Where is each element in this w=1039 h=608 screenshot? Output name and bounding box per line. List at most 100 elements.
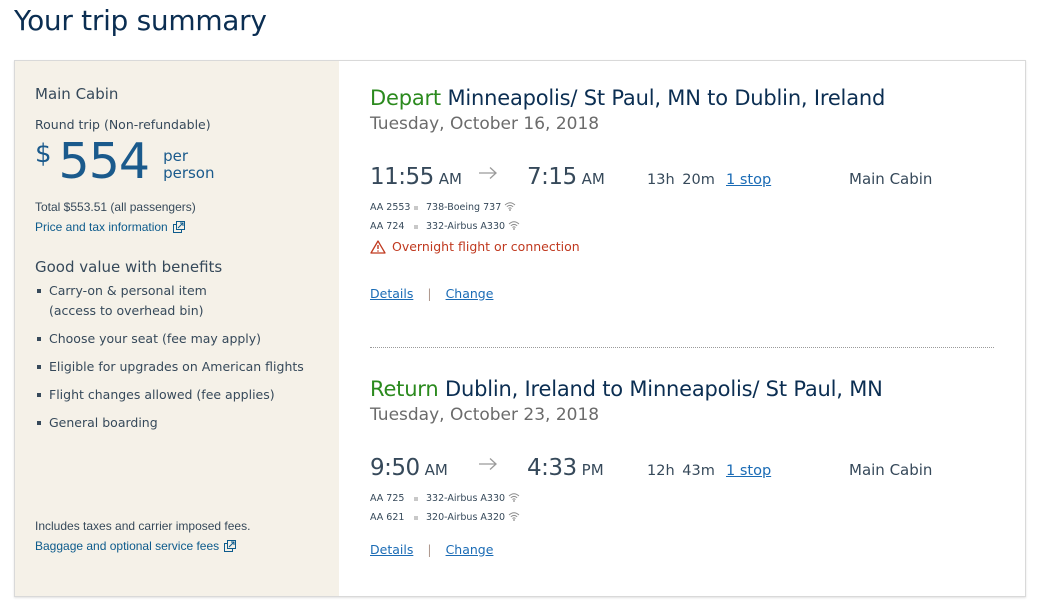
depart-time-value: 11:55 — [370, 164, 434, 190]
stops-link[interactable]: 1 stop — [726, 172, 771, 188]
separator-dot — [414, 224, 418, 229]
segment-list: AA 725 332-Airbus A330 AA 621 320-Airbus… — [370, 489, 994, 527]
benefit-text: Flight changes allowed (fee applies) — [49, 387, 275, 402]
depart-time: 11:55 AM — [370, 164, 462, 190]
bullet-icon — [37, 365, 41, 369]
wifi-icon — [508, 220, 520, 230]
stops-link[interactable]: 1 stop — [726, 463, 771, 479]
benefit-text: Carry-on & personal item — [49, 283, 207, 298]
segment-row: AA 725 332-Airbus A330 — [370, 489, 994, 508]
details-link[interactable]: Details — [370, 286, 413, 301]
flight-times: 11:55 AM 7:15 AM 13h 20m 1 stop Main Cabin — [370, 160, 994, 190]
action-separator: | — [427, 542, 432, 557]
benefit-text: Choose your seat (fee may apply) — [49, 331, 262, 346]
slice-route: Minneapolis/ St Paul, MN to Dublin, Irel… — [447, 86, 886, 110]
slice-date: Tuesday, October 16, 2018 — [370, 114, 600, 134]
depart-time: 9:50 AM — [370, 455, 448, 481]
flight-number: AA 724 — [370, 221, 405, 232]
price-unit-line1: per — [163, 147, 188, 165]
aircraft-type: 738-Boeing 737 — [426, 202, 502, 213]
flight-number: AA 725 — [370, 493, 405, 504]
segment-row: AA 2553 738-Boeing 737 — [370, 198, 994, 217]
flight-slices: Depart Minneapolis/ St Paul, MN to Dubli… — [339, 61, 1025, 596]
aircraft-type: 320-Airbus A320 — [426, 512, 506, 523]
benefit-item: Carry-on & personal item (access to over… — [35, 281, 319, 321]
benefit-item: Flight changes allowed (fee applies) — [35, 385, 319, 405]
details-link[interactable]: Details — [370, 542, 413, 557]
overnight-warning: Overnight flight or connection — [370, 239, 994, 254]
arrow-right-icon — [479, 458, 497, 470]
trip-summary-card: Main Cabin Round trip (Non-refundable) $… — [14, 60, 1026, 597]
bullet-icon — [37, 393, 41, 397]
segment-row: AA 724 332-Airbus A330 — [370, 217, 994, 236]
benefit-text-secondary: (access to overhead bin) — [49, 303, 204, 318]
arrive-time-value: 4:33 — [527, 455, 577, 481]
price-amount: 554 — [58, 133, 151, 190]
fees-note: Includes taxes and carrier imposed fees. — [35, 519, 251, 533]
change-link[interactable]: Change — [446, 542, 494, 557]
action-separator: | — [427, 286, 432, 301]
fees-footer: Includes taxes and carrier imposed fees.… — [35, 519, 250, 554]
bullet-icon — [37, 421, 41, 425]
depart-ampm: AM — [424, 461, 448, 479]
separator-dot — [414, 515, 418, 520]
arrive-time-value: 7:15 — [527, 164, 577, 190]
benefit-item: General boarding — [35, 413, 319, 433]
slice-cabin: Main Cabin — [849, 461, 933, 479]
depart-ampm: AM — [438, 170, 462, 188]
slice-divider — [370, 347, 994, 348]
price-unit-line2: person — [163, 164, 215, 182]
baggage-fees-label: Baggage and optional service fees — [35, 539, 220, 553]
segment-row: AA 621 320-Airbus A320 — [370, 508, 994, 527]
benefits-list: Carry-on & personal item (access to over… — [35, 281, 319, 433]
warning-triangle-icon — [370, 239, 386, 254]
separator-dot — [414, 205, 418, 210]
slice-actions: Details | Change — [370, 286, 994, 301]
flight-duration: 13h 20m — [647, 172, 715, 188]
page-title: Your trip summary — [14, 4, 267, 37]
arrive-time: 4:33 PM — [527, 455, 604, 481]
benefits-title: Good value with benefits — [35, 258, 223, 276]
price-currency: $ — [35, 139, 52, 169]
bullet-icon — [37, 289, 41, 293]
slice-actions: Details | Change — [370, 542, 994, 557]
slice-route: Dublin, Ireland to Minneapolis/ St Paul,… — [444, 377, 883, 401]
wifi-icon — [508, 511, 520, 521]
arrive-ampm: AM — [581, 170, 605, 188]
slice-direction: Depart — [370, 86, 441, 110]
external-link-icon — [172, 221, 185, 233]
price-summary-panel: Main Cabin Round trip (Non-refundable) $… — [15, 61, 339, 596]
trip-type: Round trip (Non-refundable) — [35, 117, 211, 132]
price-tax-info-link[interactable]: Price and tax information — [35, 220, 185, 234]
benefit-item: Choose your seat (fee may apply) — [35, 329, 319, 349]
baggage-fees-link[interactable]: Baggage and optional service fees — [35, 539, 237, 553]
slice-heading: Depart Minneapolis/ St Paul, MN to Dubli… — [370, 86, 994, 110]
arrow-right-icon — [479, 167, 497, 179]
flight-number: AA 2553 — [370, 202, 411, 213]
benefit-item: Eligible for upgrades on American flight… — [35, 357, 319, 377]
slice-direction: Return — [370, 377, 439, 401]
benefit-text: Eligible for upgrades on American flight… — [49, 359, 304, 374]
price-unit: per person — [163, 148, 214, 182]
bullet-icon — [37, 337, 41, 341]
arrive-ampm: PM — [581, 461, 604, 479]
slice-date: Tuesday, October 23, 2018 — [370, 405, 600, 425]
return-slice: Return Dublin, Ireland to Minneapolis/ S… — [370, 377, 994, 557]
flight-times: 9:50 AM 4:33 PM 12h 43m 1 stop Main Cabin — [370, 451, 994, 481]
slice-cabin: Main Cabin — [849, 170, 933, 188]
cabin-title: Main Cabin — [35, 85, 119, 103]
flight-duration: 12h 43m — [647, 463, 715, 479]
depart-slice: Depart Minneapolis/ St Paul, MN to Dubli… — [370, 86, 994, 301]
price-per-person: $ 554 per person — [35, 134, 319, 190]
external-link-icon — [224, 540, 237, 552]
arrive-time: 7:15 AM — [527, 164, 605, 190]
flight-number: AA 621 — [370, 512, 405, 523]
change-link[interactable]: Change — [446, 286, 494, 301]
price-tax-info-label: Price and tax information — [35, 220, 168, 234]
warning-text: Overnight flight or connection — [392, 239, 580, 254]
wifi-icon — [504, 201, 516, 211]
aircraft-type: 332-Airbus A330 — [426, 221, 506, 232]
aircraft-type: 332-Airbus A330 — [426, 493, 506, 504]
wifi-icon — [508, 492, 520, 502]
depart-time-value: 9:50 — [370, 455, 420, 481]
